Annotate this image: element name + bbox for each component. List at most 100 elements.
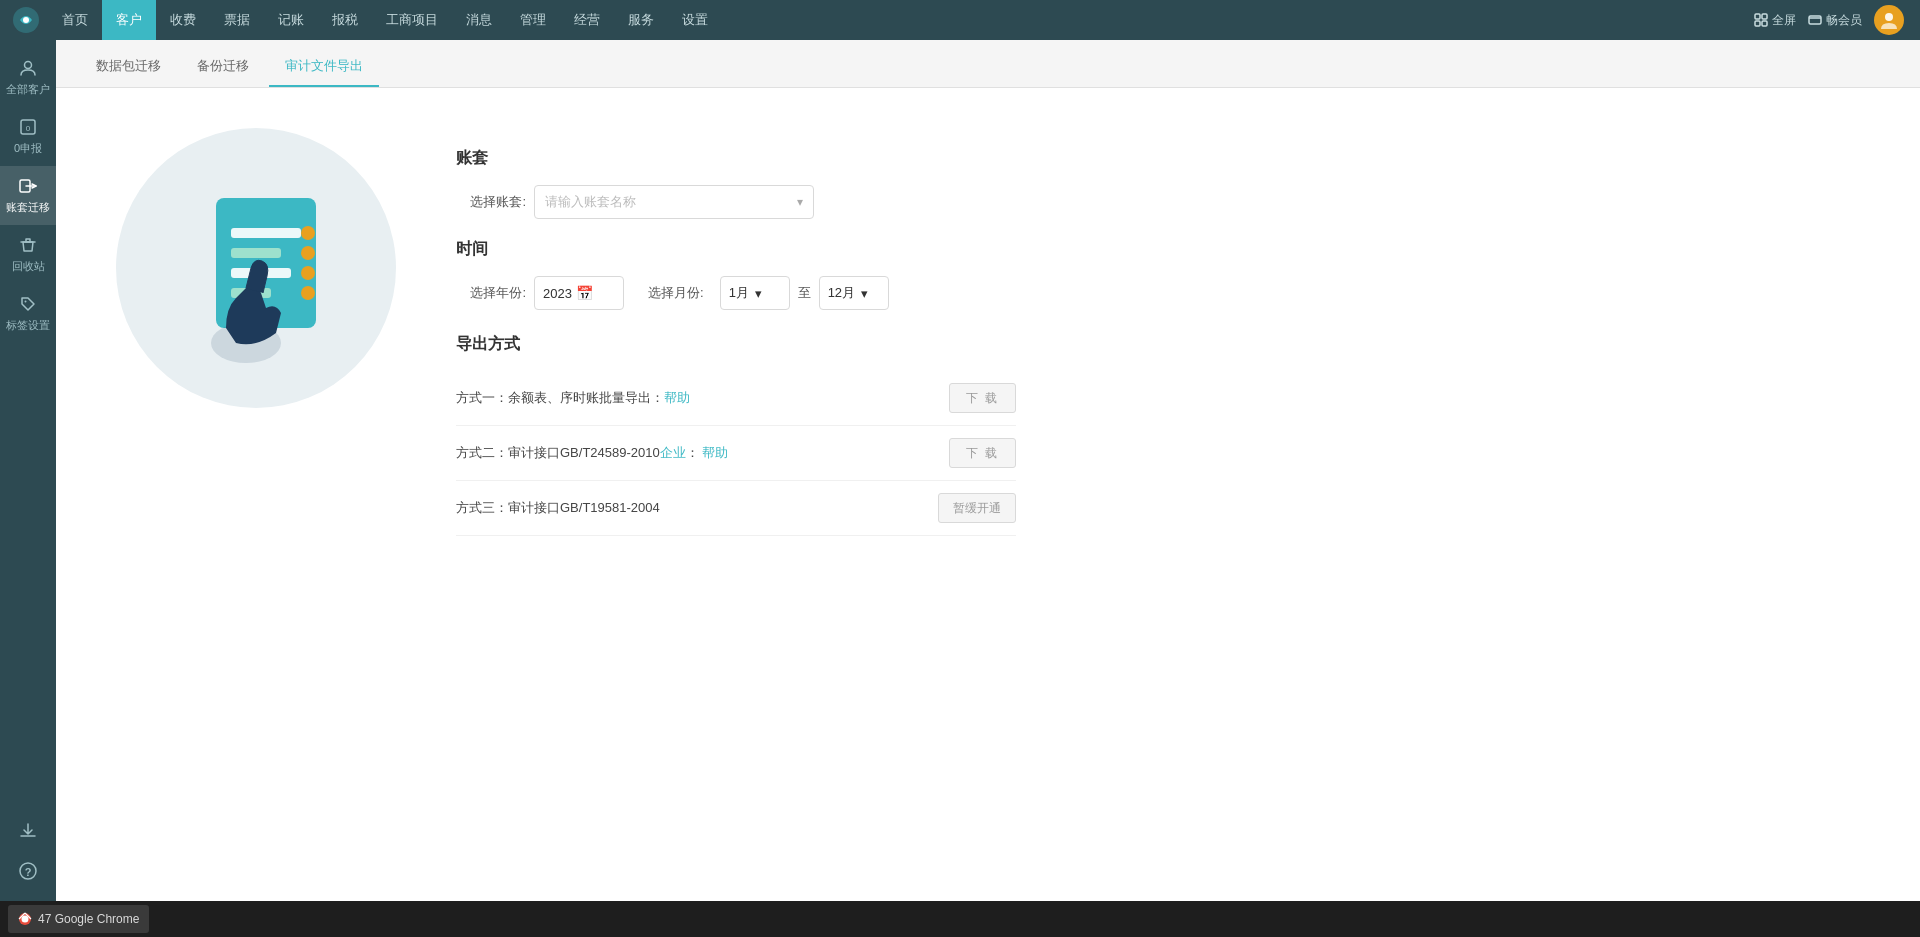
sidebar-label-zero-filing: 0申报 bbox=[14, 141, 42, 156]
export-method-2-help[interactable]: 帮助 bbox=[702, 445, 728, 460]
tabs-bar: 数据包迁移 备份迁移 审计文件导出 bbox=[56, 40, 1920, 88]
time-controls: 2023 📅 选择月份: 1月 ▾ 至 12月 ▾ bbox=[534, 276, 889, 310]
section-title-account: 账套 bbox=[456, 148, 1016, 169]
nav-business2[interactable]: 经营 bbox=[560, 0, 614, 40]
nav-ticket[interactable]: 票据 bbox=[210, 0, 264, 40]
section-title-time: 时间 bbox=[456, 239, 1016, 260]
sidebar-item-migrate[interactable]: 账套迁移 bbox=[0, 166, 56, 225]
account-row: 选择账套: 请输入账套名称 ▾ bbox=[456, 185, 1016, 219]
sidebar-item-zero-filing[interactable]: 0 0申报 bbox=[0, 107, 56, 166]
illustration-svg bbox=[166, 168, 346, 368]
sidebar-label-tags: 标签设置 bbox=[6, 318, 50, 333]
top-nav: 首页 客户 收费 票据 记账 报税 工商项目 消息 管理 经营 服务 设置 全屏 bbox=[0, 0, 1920, 40]
calendar-icon: 📅 bbox=[576, 285, 593, 301]
time-row: 选择年份: 2023 📅 选择月份: 1月 ▾ 至 bbox=[456, 276, 1016, 310]
svg-rect-16 bbox=[231, 228, 301, 238]
tab-data-migrate[interactable]: 数据包迁移 bbox=[80, 40, 177, 87]
nav-home[interactable]: 首页 bbox=[48, 0, 102, 40]
nav-fee[interactable]: 收费 bbox=[156, 0, 210, 40]
export-method-3-label: 方式三：审计接口GB/T19581-2004 bbox=[456, 499, 660, 517]
avatar[interactable] bbox=[1874, 5, 1904, 35]
export-method-2-label: 方式二：审计接口GB/T24589-2010企业： 帮助 bbox=[456, 444, 728, 462]
sidebar-item-all-customers[interactable]: 全部客户 bbox=[0, 48, 56, 107]
svg-point-20 bbox=[301, 226, 315, 240]
chrome-icon bbox=[18, 912, 32, 926]
enterprise-tag: 企业 bbox=[660, 445, 686, 460]
tab-audit-export[interactable]: 审计文件导出 bbox=[269, 40, 379, 87]
month-start-select[interactable]: 1月 ▾ bbox=[720, 276, 790, 310]
svg-point-12 bbox=[25, 301, 27, 303]
export-method-1-text: 方式一：余额表、序时账批量导出： bbox=[456, 390, 664, 405]
account-label: 选择账套: bbox=[456, 193, 526, 211]
export-method-3-row: 方式三：审计接口GB/T19581-2004 暂缓开通 bbox=[456, 481, 1016, 536]
svg-rect-4 bbox=[1755, 21, 1760, 26]
illustration bbox=[116, 128, 396, 408]
tab-backup-migrate[interactable]: 备份迁移 bbox=[181, 40, 265, 87]
page-inner: 账套 选择账套: 请输入账套名称 ▾ 时间 选择年份: bbox=[56, 88, 1920, 901]
fullscreen-label: 全屏 bbox=[1772, 12, 1796, 29]
nav-bookkeep[interactable]: 记账 bbox=[264, 0, 318, 40]
main-layout: 全部客户 0 0申报 账套迁移 回收站 bbox=[0, 40, 1920, 901]
svg-point-8 bbox=[25, 62, 32, 69]
nav-customer[interactable]: 客户 bbox=[102, 0, 156, 40]
sidebar-label-migrate: 账套迁移 bbox=[6, 200, 50, 215]
form-area: 账套 选择账套: 请输入账套名称 ▾ 时间 选择年份: bbox=[456, 128, 1016, 536]
sidebar-label-recycle: 回收站 bbox=[12, 259, 45, 274]
account-select[interactable]: 请输入账套名称 ▾ bbox=[534, 185, 814, 219]
month-label: 选择月份: bbox=[648, 284, 704, 302]
month-start-chevron: ▾ bbox=[755, 286, 762, 301]
month-end-chevron: ▾ bbox=[861, 286, 868, 301]
sidebar-label-all-customers: 全部客户 bbox=[6, 82, 50, 97]
year-input[interactable]: 2023 📅 bbox=[534, 276, 624, 310]
vip-button[interactable]: 畅会员 bbox=[1808, 12, 1862, 29]
chrome-label: 47 Google Chrome bbox=[38, 912, 139, 926]
nav-settings[interactable]: 设置 bbox=[668, 0, 722, 40]
taskbar-chrome[interactable]: 47 Google Chrome bbox=[8, 905, 149, 933]
sidebar-bottom-help[interactable]: ? bbox=[0, 853, 56, 889]
year-label: 选择年份: bbox=[456, 284, 526, 302]
export-method-1-help[interactable]: 帮助 bbox=[664, 390, 690, 405]
sidebar-item-tags[interactable]: 标签设置 bbox=[0, 284, 56, 343]
account-placeholder: 请输入账套名称 bbox=[545, 193, 797, 211]
year-value: 2023 bbox=[543, 286, 572, 301]
sidebar-item-recycle[interactable]: 回收站 bbox=[0, 225, 56, 284]
export-method-2-text: 方式二：审计接口GB/T24589-2010 bbox=[456, 445, 660, 460]
svg-text:?: ? bbox=[25, 866, 32, 878]
nav-service[interactable]: 服务 bbox=[614, 0, 668, 40]
nav-business[interactable]: 工商项目 bbox=[372, 0, 452, 40]
export-method-3-soon-button[interactable]: 暂缓开通 bbox=[938, 493, 1016, 523]
logo[interactable] bbox=[8, 2, 44, 38]
sidebar-bottom-download[interactable] bbox=[0, 813, 56, 849]
svg-point-21 bbox=[301, 246, 315, 260]
nav-tax[interactable]: 报税 bbox=[318, 0, 372, 40]
chevron-down-icon: ▾ bbox=[797, 195, 803, 209]
section-title-export: 导出方式 bbox=[456, 334, 1016, 355]
nav-manage[interactable]: 管理 bbox=[506, 0, 560, 40]
page-content: 账套 选择账套: 请输入账套名称 ▾ 时间 选择年份: bbox=[56, 88, 1920, 901]
export-method-1-row: 方式一：余额表、序时账批量导出：帮助 下 载 bbox=[456, 371, 1016, 426]
svg-rect-5 bbox=[1762, 21, 1767, 26]
svg-rect-2 bbox=[1755, 14, 1760, 19]
export-method-2-row: 方式二：审计接口GB/T24589-2010企业： 帮助 下 载 bbox=[456, 426, 1016, 481]
export-method-2-download-button[interactable]: 下 载 bbox=[949, 438, 1016, 468]
vip-label: 畅会员 bbox=[1826, 12, 1862, 29]
export-method-1-download-button[interactable]: 下 载 bbox=[949, 383, 1016, 413]
export-section: 导出方式 方式一：余额表、序时账批量导出：帮助 下 载 方式二：审计接口GB/T… bbox=[456, 334, 1016, 536]
svg-point-1 bbox=[23, 17, 29, 23]
svg-text:0: 0 bbox=[26, 124, 31, 133]
svg-point-7 bbox=[1885, 13, 1893, 21]
svg-rect-3 bbox=[1762, 14, 1767, 19]
fullscreen-button[interactable]: 全屏 bbox=[1754, 12, 1796, 29]
top-nav-right: 全屏 畅会员 bbox=[1754, 5, 1904, 35]
sidebar-bottom: ? bbox=[0, 813, 56, 901]
month-start-value: 1月 bbox=[729, 284, 749, 302]
svg-rect-17 bbox=[231, 248, 281, 258]
content-area: 数据包迁移 备份迁移 审计文件导出 bbox=[56, 40, 1920, 901]
taskbar: 47 Google Chrome bbox=[0, 901, 1920, 937]
sidebar: 全部客户 0 0申报 账套迁移 回收站 bbox=[0, 40, 56, 901]
nav-message[interactable]: 消息 bbox=[452, 0, 506, 40]
month-end-select[interactable]: 12月 ▾ bbox=[819, 276, 889, 310]
export-method-2-colon: ： bbox=[686, 445, 699, 460]
svg-point-22 bbox=[301, 266, 315, 280]
svg-point-23 bbox=[301, 286, 315, 300]
